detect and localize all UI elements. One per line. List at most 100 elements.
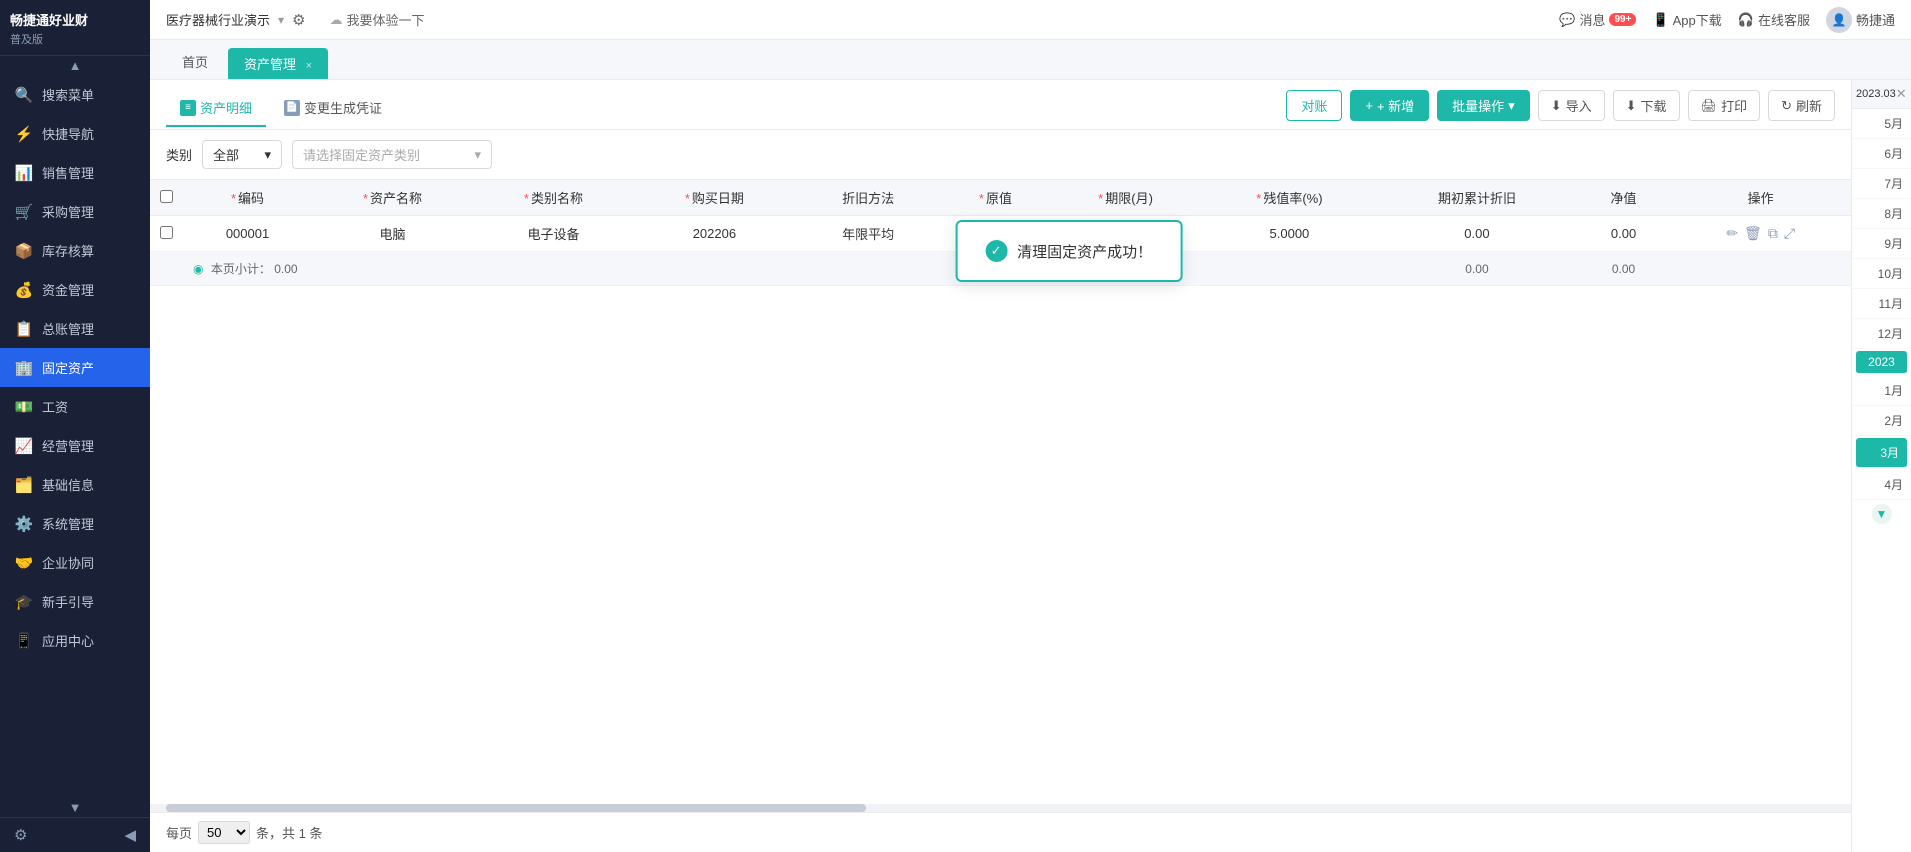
timeline-month-7[interactable]: 7月 [1852,169,1911,199]
tab-close-icon[interactable]: × [306,60,312,72]
sidebar-item-operations[interactable]: 📈 经营管理 [0,426,150,465]
sidebar-item-system[interactable]: ⚙️ 系统管理 [0,504,150,543]
sidebar-item-cooperation[interactable]: 🤝 企业协同 [0,543,150,582]
more-icon[interactable]: ⤢ [1784,225,1795,242]
download-button[interactable]: ⬇ 下载 [1613,90,1680,121]
timeline-month-3-active[interactable]: 3月 [1856,438,1907,468]
user-menu[interactable]: 👤 畅捷通 [1826,7,1895,33]
fixed-assets-icon: 🏢 [14,359,34,377]
collapse-icon[interactable]: ◀ [124,826,136,844]
col-depreciation: 折旧方法 [795,180,942,216]
sidebar-item-sales[interactable]: 📊 销售管理 [0,153,150,192]
download-icon: ⬇ [1626,98,1637,114]
online-service-button[interactable]: 🎧 在线客服 [1738,10,1810,29]
timeline-month-2[interactable]: 2月 [1852,406,1911,436]
timeline-close-icon[interactable]: ✕ [1896,86,1907,102]
timeline-month-6[interactable]: 6月 [1852,139,1911,169]
app-download-button[interactable]: 📱 App下载 [1652,10,1721,29]
select-all-checkbox[interactable] [160,190,173,203]
sidebar-item-quicknav[interactable]: ⚡ 快捷导航 [0,114,150,153]
sidebar: 畅捷通好业财 普及版 ▲ 🔍 搜索菜单 ⚡ 快捷导航 📊 销售管理 🛒 采购管理… [0,0,150,852]
sidebar-item-purchase[interactable]: 🛒 采购管理 [0,192,150,231]
app-logo-sub: 普及版 [10,31,43,47]
batch-chevron-icon: ▾ [1508,98,1515,114]
category-all-select[interactable]: 全部 ▾ [202,140,282,169]
topbar: 医疗器械行业演示 ▾ ⚙ ☁ 我要体验一下 💬 消息 99+ 📱 App下载 🎧… [150,0,1911,40]
sidebar-item-label: 固定资产 [42,358,94,377]
timeline-month-10[interactable]: 10月 [1852,259,1911,289]
sidebar-item-guide[interactable]: 🎓 新手引导 [0,582,150,621]
message-button[interactable]: 💬 消息 99+ [1559,10,1636,29]
sidebar-item-basic-info[interactable]: 🗂️ 基础信息 [0,465,150,504]
timeline-month-11[interactable]: 11月 [1852,289,1911,319]
sidebar-item-search[interactable]: 🔍 搜索菜单 [0,75,150,114]
guide-icon: 🎓 [14,593,34,611]
topbar-right: 💬 消息 99+ 📱 App下载 🎧 在线客服 👤 畅捷通 [1559,7,1895,33]
success-check-icon: ✓ [985,240,1007,262]
company-chevron-icon[interactable]: ▾ [278,13,284,27]
cooperation-icon: 🤝 [14,554,34,572]
refresh-icon: ↻ [1781,98,1792,114]
table-header-row: *编码 *资产名称 *类别名称 *购买日期 折旧方法 *原值 *期限(月) *残… [150,180,1851,216]
sidebar-item-fixed-assets[interactable]: 🏢 固定资产 [0,348,150,387]
timeline-down-icon[interactable]: ▼ [1872,504,1892,524]
settings-icon[interactable]: ⚙ [14,826,27,844]
per-page-select[interactable]: 50 100 [198,821,250,844]
app-download-label: App下载 [1673,10,1722,29]
sidebar-item-ledger[interactable]: 📋 总账管理 [0,309,150,348]
system-icon: ⚙️ [14,515,34,533]
sub-tabs: ≡ 资产明细 📄 变更生成凭证 对账 + + 新增 批量操作 [150,80,1851,130]
subtotal-label: 本页小计： [211,262,271,276]
reconcile-button[interactable]: 对账 [1286,90,1342,121]
sidebar-item-inventory[interactable]: 📦 库存核算 [0,231,150,270]
cell-name: 电脑 [312,216,473,252]
timeline-month-4[interactable]: 4月 [1852,470,1911,500]
sub-tab-asset-detail[interactable]: ≡ 资产明细 [166,92,266,127]
sidebar-item-label: 总账管理 [42,319,94,338]
sidebar-item-finance[interactable]: 💰 资金管理 [0,270,150,309]
experience-label: ☁ 我要体验一下 [330,10,425,29]
row-checkbox[interactable] [160,226,173,239]
tab-asset-management[interactable]: 资产管理 × [228,48,328,79]
batch-button[interactable]: 批量操作 ▾ [1437,90,1530,121]
timeline-month-9[interactable]: 9月 [1852,229,1911,259]
category-select[interactable]: 请选择固定资产类别 ▾ [292,140,492,169]
delete-icon[interactable]: 🗑 [1744,225,1762,242]
finance-icon: 💰 [14,281,34,299]
timeline-panel: 2023.03 ✕ ⤢ 5月 6月 7月 8月 9月 10月 11月 12月 2… [1851,80,1911,852]
tab-home[interactable]: 首页 [166,46,224,79]
import-button[interactable]: ⬇ 导入 [1538,90,1605,121]
timeline-month-5[interactable]: 5月 [1852,109,1911,139]
timeline-year-2023[interactable]: 2023 [1856,351,1907,374]
horizontal-scrollbar[interactable] [150,804,1851,812]
sidebar-item-salary[interactable]: 💵 工资 [0,387,150,426]
timeline-header-title: 2023.03 [1856,88,1896,100]
print-button[interactable]: 🖨 打印 [1688,90,1761,121]
cell-category: 电子设备 [473,216,634,252]
cell-code: 000001 [183,216,312,252]
timeline-month-1[interactable]: 1月 [1852,376,1911,406]
plus-icon: + [1365,98,1373,113]
company-gear-icon[interactable]: ⚙ [292,11,305,29]
quicknav-icon: ⚡ [14,125,34,143]
col-residual-rate: *残值率(%) [1202,180,1378,216]
sidebar-item-label: 新手引导 [42,592,94,611]
total-label: 条，共 1 条 [256,823,322,842]
select-chevron-icon: ▾ [264,147,271,163]
new-button[interactable]: + + 新增 [1350,90,1429,121]
scrollbar-thumb[interactable] [166,804,866,812]
copy-icon[interactable]: ⧉ [1768,225,1778,242]
sidebar-scroll-down[interactable]: ▼ [0,798,150,817]
edit-icon[interactable]: ✏ [1726,225,1738,242]
change-voucher-icon: 📄 [284,100,300,116]
col-period: *期限(月) [1049,180,1201,216]
online-service-label: 在线客服 [1758,10,1810,29]
app-logo-main: 畅捷通好业财 [10,10,88,29]
sidebar-scroll-up[interactable]: ▲ [0,56,150,75]
timeline-month-8[interactable]: 8月 [1852,199,1911,229]
sub-tab-change-voucher[interactable]: 📄 变更生成凭证 [270,92,396,127]
timeline-month-12[interactable]: 12月 [1852,319,1911,349]
refresh-button[interactable]: ↻ 刷新 [1768,90,1835,121]
sidebar-item-appstore[interactable]: 📱 应用中心 [0,621,150,660]
sub-tabs-right: 对账 + + 新增 批量操作 ▾ ⬇ 导入 ⬇ 下载 [1286,90,1835,129]
